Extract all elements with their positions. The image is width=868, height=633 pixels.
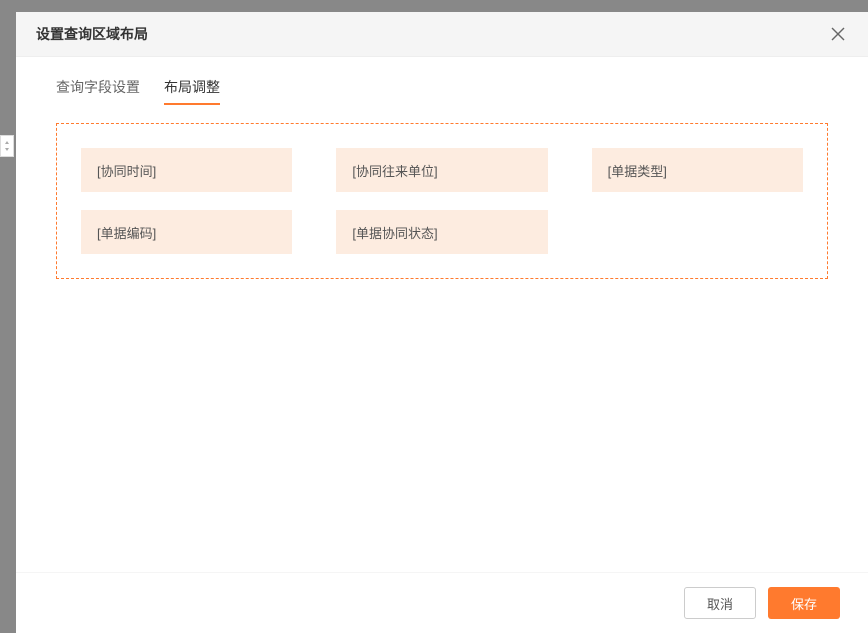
modal-body: 查询字段设置 布局调整 [协同时间] [协同往来单位] [单据类型] [单据编码…: [16, 57, 868, 572]
tab-layout-adjust[interactable]: 布局调整: [164, 77, 220, 105]
close-icon: [831, 27, 845, 41]
modal-title: 设置查询区域布局: [36, 24, 148, 44]
save-button[interactable]: 保存: [768, 587, 840, 619]
field-doc-code[interactable]: [单据编码]: [81, 210, 292, 254]
field-collab-unit[interactable]: [协同往来单位]: [336, 148, 547, 192]
close-button[interactable]: [828, 24, 848, 44]
field-collab-time[interactable]: [协同时间]: [81, 148, 292, 192]
field-grid: [协同时间] [协同往来单位] [单据类型] [单据编码] [单据协同状态]: [81, 148, 803, 254]
modal-dialog: 设置查询区域布局 查询字段设置 布局调整 [协同时间] [协同往来单位] [单据…: [16, 12, 868, 633]
tabs: 查询字段设置 布局调整: [56, 77, 828, 105]
tab-query-field-settings[interactable]: 查询字段设置: [56, 77, 140, 105]
layout-drop-area[interactable]: [协同时间] [协同往来单位] [单据类型] [单据编码] [单据协同状态]: [56, 123, 828, 279]
modal-footer: 取消 保存: [16, 572, 868, 633]
field-doc-collab-status[interactable]: [单据协同状态]: [336, 210, 547, 254]
modal-header: 设置查询区域布局: [16, 12, 868, 57]
background-stepper-fragment: [0, 135, 14, 157]
cancel-button[interactable]: 取消: [684, 587, 756, 619]
field-doc-type[interactable]: [单据类型]: [592, 148, 803, 192]
